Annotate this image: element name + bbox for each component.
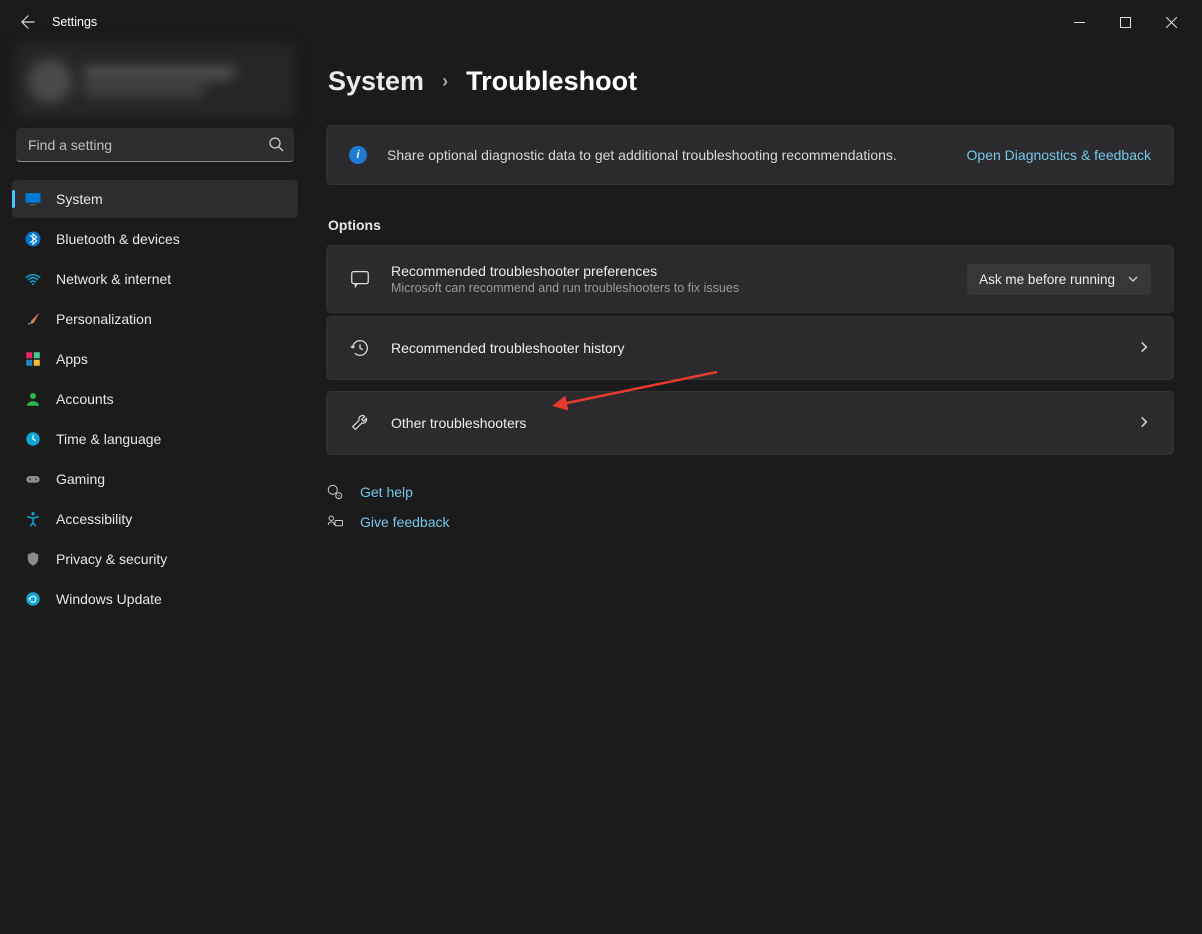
brush-icon: [24, 310, 42, 328]
give-feedback-link[interactable]: Give feedback: [326, 513, 1174, 531]
sidebar-item-label: Time & language: [56, 431, 161, 447]
help-icon: ?: [326, 483, 344, 501]
minimize-button[interactable]: [1056, 6, 1102, 38]
options-heading: Options: [328, 217, 1174, 233]
accessibility-icon: [24, 510, 42, 528]
close-button[interactable]: [1148, 6, 1194, 38]
sidebar-item-personalization[interactable]: Personalization: [12, 300, 298, 338]
link-label: Get help: [360, 484, 413, 500]
system-icon: [24, 190, 42, 208]
breadcrumb: System › Troubleshoot: [328, 66, 1174, 97]
sidebar-item-update[interactable]: Windows Update: [12, 580, 298, 618]
sidebar-item-network[interactable]: Network & internet: [12, 260, 298, 298]
sidebar-item-label: Network & internet: [56, 271, 171, 287]
shield-icon: [24, 550, 42, 568]
chevron-right-icon: ›: [442, 71, 448, 92]
sidebar-item-label: Accessibility: [56, 511, 132, 527]
breadcrumb-parent[interactable]: System: [328, 66, 424, 97]
back-button[interactable]: [16, 10, 40, 34]
card-title: Other troubleshooters: [391, 415, 1137, 431]
wrench-icon: [349, 412, 371, 434]
sidebar-item-apps[interactable]: Apps: [12, 340, 298, 378]
minimize-icon: [1074, 17, 1085, 28]
other-troubleshooters-card[interactable]: Other troubleshooters: [326, 391, 1174, 455]
search-input[interactable]: [16, 128, 294, 162]
gamepad-icon: [24, 470, 42, 488]
sidebar-item-time[interactable]: Time & language: [12, 420, 298, 458]
sidebar-item-accounts[interactable]: Accounts: [12, 380, 298, 418]
sidebar-item-label: Personalization: [56, 311, 152, 327]
chevron-right-icon: [1137, 340, 1151, 357]
sidebar-item-label: Windows Update: [56, 591, 162, 607]
card-title: Recommended troubleshooter history: [391, 340, 1137, 356]
back-arrow-icon: [21, 15, 35, 29]
sidebar-item-accessibility[interactable]: Accessibility: [12, 500, 298, 538]
sidebar-item-label: Bluetooth & devices: [56, 231, 180, 247]
sidebar-item-label: System: [56, 191, 103, 207]
troubleshooter-preferences-card[interactable]: Recommended troubleshooter preferences M…: [326, 245, 1174, 313]
dropdown-value: Ask me before running: [979, 272, 1115, 287]
user-profile[interactable]: [16, 44, 294, 118]
open-diagnostics-link[interactable]: Open Diagnostics & feedback: [967, 147, 1151, 163]
link-label: Give feedback: [360, 514, 450, 530]
sidebar-item-label: Accounts: [56, 391, 114, 407]
close-icon: [1166, 17, 1177, 28]
sidebar-item-system[interactable]: System: [12, 180, 298, 218]
info-message: Share optional diagnostic data to get ad…: [387, 147, 967, 163]
window-title: Settings: [52, 15, 97, 29]
chevron-right-icon: [1137, 415, 1151, 432]
sidebar-item-label: Gaming: [56, 471, 105, 487]
card-title: Recommended troubleshooter preferences: [391, 263, 967, 279]
maximize-button[interactable]: [1102, 6, 1148, 38]
chevron-down-icon: [1127, 273, 1139, 285]
sidebar-item-gaming[interactable]: Gaming: [12, 460, 298, 498]
maximize-icon: [1120, 17, 1131, 28]
history-icon: [349, 337, 371, 359]
card-subtitle: Microsoft can recommend and run troubles…: [391, 281, 967, 295]
sidebar-item-bluetooth[interactable]: Bluetooth & devices: [12, 220, 298, 258]
sidebar-item-privacy[interactable]: Privacy & security: [12, 540, 298, 578]
avatar: [28, 59, 72, 103]
get-help-link[interactable]: ? Get help: [326, 483, 1174, 501]
troubleshooter-history-card[interactable]: Recommended troubleshooter history: [326, 316, 1174, 380]
bluetooth-icon: [24, 230, 42, 248]
wifi-icon: [24, 270, 42, 288]
info-bar: i Share optional diagnostic data to get …: [326, 125, 1174, 185]
chat-icon: [349, 268, 371, 290]
breadcrumb-current: Troubleshoot: [466, 66, 637, 97]
info-icon: i: [349, 146, 367, 164]
feedback-icon: [326, 513, 344, 531]
preferences-dropdown[interactable]: Ask me before running: [967, 264, 1151, 295]
update-icon: [24, 590, 42, 608]
person-icon: [24, 390, 42, 408]
search-icon: [268, 136, 284, 155]
apps-icon: [24, 350, 42, 368]
sidebar-item-label: Privacy & security: [56, 551, 167, 567]
clock-icon: [24, 430, 42, 448]
sidebar-item-label: Apps: [56, 351, 88, 367]
